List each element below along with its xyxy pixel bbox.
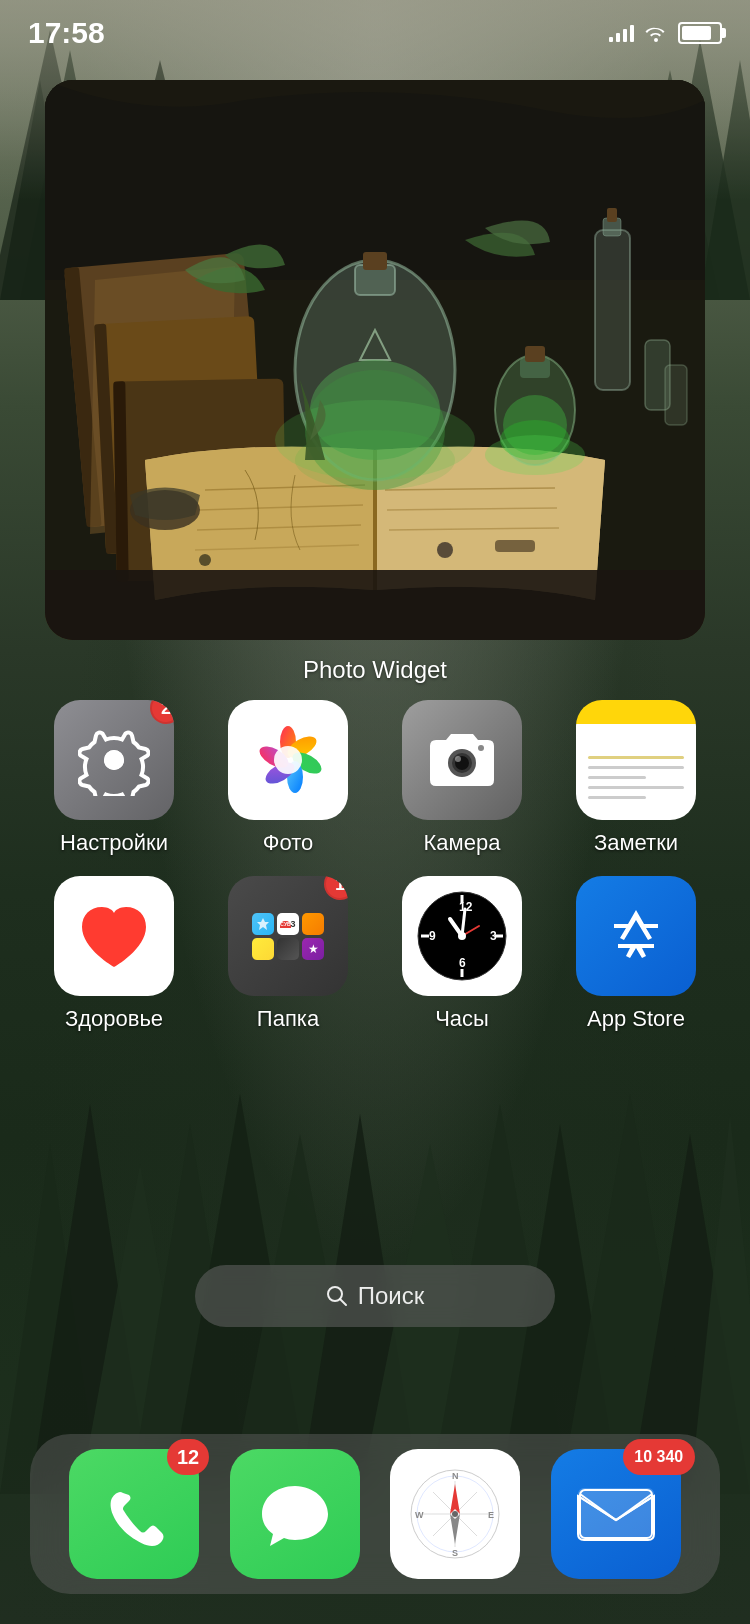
- appstore-label: App Store: [587, 1006, 685, 1032]
- app-row-1: 2 Настройки: [40, 700, 710, 856]
- search-label: Поиск: [358, 1282, 425, 1310]
- app-camera[interactable]: Камера: [388, 700, 536, 856]
- app-health[interactable]: Здоровье: [40, 876, 188, 1032]
- battery-icon: [678, 22, 722, 44]
- photos-label: Фото: [263, 830, 314, 856]
- search-icon: [326, 1285, 348, 1307]
- svg-text:N: N: [452, 1471, 459, 1481]
- phone-badge: 12: [167, 1439, 209, 1475]
- app-appstore[interactable]: App Store: [562, 876, 710, 1032]
- photo-widget[interactable]: [45, 80, 705, 640]
- folder-badge: 1: [324, 876, 348, 900]
- svg-text:9: 9: [429, 929, 436, 943]
- phone-icon[interactable]: 12: [69, 1449, 199, 1579]
- svg-text:S: S: [452, 1548, 458, 1558]
- notes-icon[interactable]: [576, 700, 696, 820]
- svg-point-87: [458, 932, 466, 940]
- widget-label: Photo Widget: [45, 656, 705, 684]
- widget-image: [45, 80, 705, 640]
- settings-badge: 2: [150, 700, 174, 724]
- search-bar[interactable]: Поиск: [195, 1265, 555, 1327]
- dock-mail[interactable]: 10 340: [551, 1449, 681, 1579]
- app-clock[interactable]: 12 6 9 3 Часы: [388, 876, 536, 1032]
- app-grid: 2 Настройки: [0, 700, 750, 1052]
- app-photos[interactable]: Фото: [214, 700, 362, 856]
- svg-point-73: [478, 745, 484, 751]
- svg-rect-43: [45, 570, 705, 640]
- svg-point-39: [485, 435, 585, 475]
- svg-text:E: E: [488, 1510, 494, 1520]
- svg-rect-26: [363, 252, 387, 270]
- status-bar: 17:58: [0, 0, 750, 54]
- svg-rect-46: [495, 540, 535, 552]
- health-icon[interactable]: [54, 876, 174, 996]
- svg-text:W: W: [415, 1510, 424, 1520]
- health-label: Здоровье: [65, 1006, 163, 1032]
- dock-phone[interactable]: 12: [69, 1449, 199, 1579]
- safari-icon[interactable]: N S W E: [390, 1449, 520, 1579]
- svg-rect-103: [578, 1488, 654, 1540]
- svg-rect-36: [525, 346, 545, 362]
- app-notes[interactable]: Заметки: [562, 700, 710, 856]
- app-folder[interactable]: 1 СУБ 3: [214, 876, 362, 1032]
- folder-label: Папка: [257, 1006, 319, 1032]
- dock-safari[interactable]: N S W E: [390, 1449, 520, 1579]
- mail-icon[interactable]: 10 340: [551, 1449, 681, 1579]
- notes-label: Заметки: [594, 830, 678, 856]
- camera-label: Камера: [424, 830, 501, 856]
- clock-icon[interactable]: 12 6 9 3: [402, 876, 522, 996]
- svg-text:3: 3: [490, 929, 497, 943]
- svg-text:6: 6: [459, 956, 466, 970]
- svg-rect-41: [665, 365, 687, 425]
- messages-icon[interactable]: [230, 1449, 360, 1579]
- settings-icon[interactable]: 2: [54, 700, 174, 820]
- appstore-icon[interactable]: [576, 876, 696, 996]
- svg-rect-31: [595, 230, 630, 390]
- app-row-2: Здоровье 1 СУБ 3: [40, 876, 710, 1032]
- photo-widget-container[interactable]: Photo Widget: [45, 80, 705, 684]
- folder-icon[interactable]: 1 СУБ 3: [228, 876, 348, 996]
- camera-icon[interactable]: [402, 700, 522, 820]
- svg-point-61: [104, 750, 124, 770]
- svg-point-45: [199, 554, 211, 566]
- settings-label: Настройки: [60, 830, 168, 856]
- svg-line-89: [340, 1299, 346, 1305]
- status-icons: [609, 22, 722, 44]
- signal-icon: [609, 24, 634, 42]
- clock-label: Часы: [435, 1006, 489, 1032]
- app-settings[interactable]: 2 Настройки: [40, 700, 188, 856]
- svg-point-68: [274, 746, 302, 774]
- svg-point-72: [455, 756, 461, 762]
- dock: 12: [30, 1434, 720, 1594]
- dock-messages[interactable]: [230, 1449, 360, 1579]
- photos-icon[interactable]: [228, 700, 348, 820]
- mail-badge: 10 340: [623, 1439, 695, 1475]
- status-time: 17:58: [28, 16, 105, 50]
- wifi-icon: [644, 24, 668, 42]
- svg-rect-33: [607, 208, 617, 222]
- svg-point-98: [452, 1511, 458, 1517]
- svg-point-44: [437, 542, 453, 558]
